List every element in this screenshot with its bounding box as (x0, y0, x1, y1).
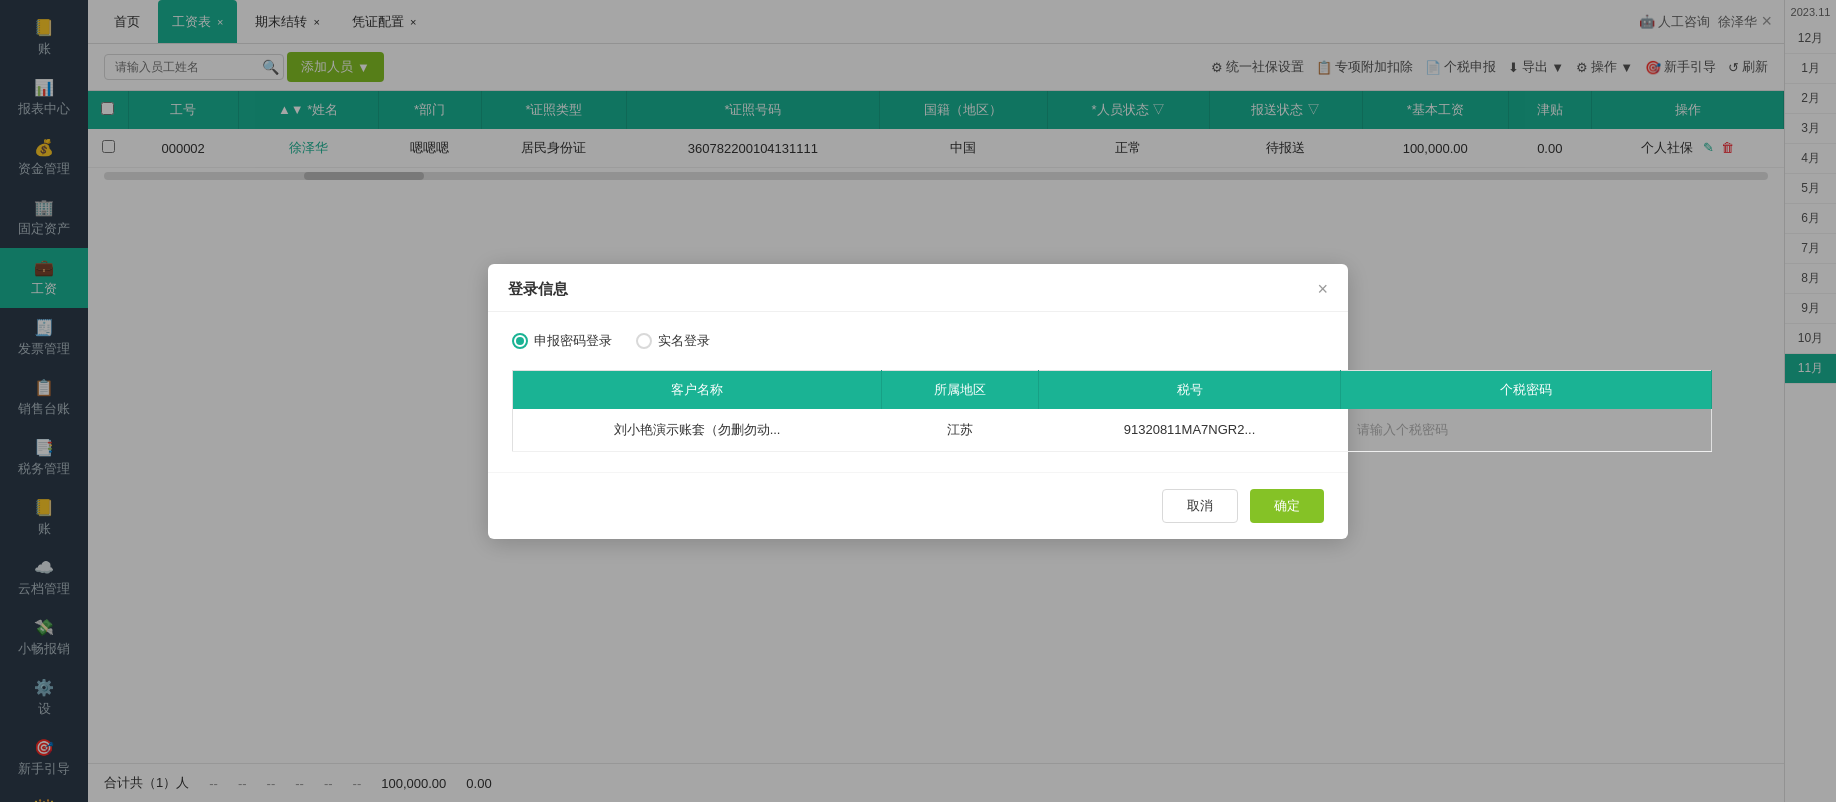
inner-col-region: 所属地区 (881, 370, 1038, 409)
inner-col-client: 客户名称 (513, 370, 882, 409)
cancel-button[interactable]: 取消 (1162, 489, 1238, 523)
login-info-table: 客户名称 所属地区 税号 个税密码 刘小艳演示账套（勿删勿动... 江苏 913… (512, 370, 1712, 452)
radio-realname-login[interactable]: 实名登录 (636, 332, 710, 350)
modal-title: 登录信息 (508, 280, 568, 299)
modal-body: 申报密码登录 实名登录 客户名称 所属地区 税号 个税密码 (488, 312, 1348, 472)
inner-tax-no: 91320811MA7NGR2... (1038, 409, 1340, 452)
inner-region: 江苏 (881, 409, 1038, 452)
modal-close-button[interactable]: × (1317, 280, 1328, 298)
radio-realname-circle (636, 333, 652, 349)
inner-col-tax-no: 税号 (1038, 370, 1340, 409)
login-type-radio-group: 申报密码登录 实名登录 (512, 332, 1324, 350)
modal-header: 登录信息 × (488, 264, 1348, 312)
inner-tax-password-cell (1341, 409, 1712, 452)
modal-overlay[interactable]: 登录信息 × 申报密码登录 实名登录 客户名称 (0, 0, 1836, 802)
inner-col-password: 个税密码 (1341, 370, 1712, 409)
tax-password-input[interactable] (1357, 422, 1695, 437)
inner-table-row: 刘小艳演示账套（勿删勿动... 江苏 91320811MA7NGR2... (513, 409, 1712, 452)
confirm-button[interactable]: 确定 (1250, 489, 1324, 523)
radio-password-login[interactable]: 申报密码登录 (512, 332, 612, 350)
inner-client-name: 刘小艳演示账套（勿删勿动... (513, 409, 882, 452)
radio-password-circle (512, 333, 528, 349)
login-modal: 登录信息 × 申报密码登录 实名登录 客户名称 (488, 264, 1348, 539)
modal-footer: 取消 确定 (488, 472, 1348, 539)
